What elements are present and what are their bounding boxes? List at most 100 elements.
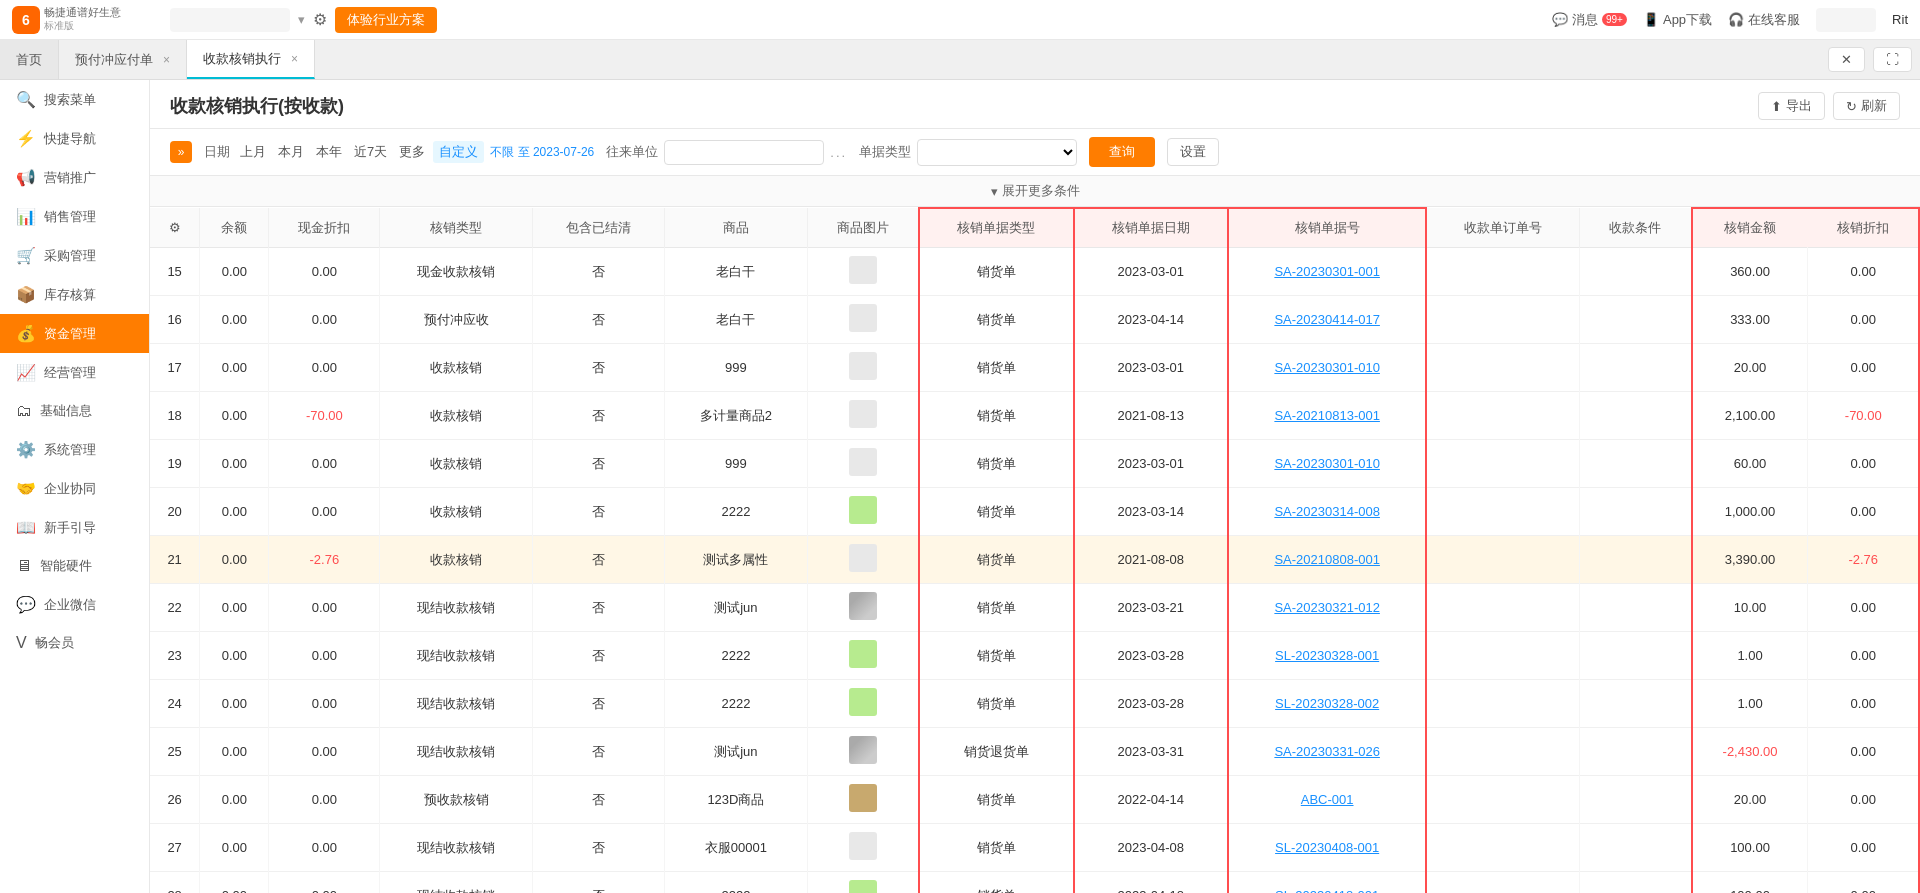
writeoff-no-cell[interactable]: SA-20230414-017	[1228, 296, 1427, 344]
goods-img-cell	[808, 344, 920, 392]
writeoff-no-cell[interactable]: SA-20210813-001	[1228, 392, 1427, 440]
writeoff-no-cell[interactable]: SA-20230314-008	[1228, 488, 1427, 536]
close-tab-button[interactable]: ✕	[1828, 47, 1865, 72]
sidebar-item-operations[interactable]: 📈 经营管理	[0, 353, 149, 392]
writeoff-discount-cell: 0.00	[1808, 488, 1919, 536]
sidebar-item-finance[interactable]: 💰 资金管理	[0, 314, 149, 353]
writeoff-no-link[interactable]: SL-20230408-001	[1275, 840, 1379, 855]
notification-item[interactable]: 💬 消息 99+	[1552, 11, 1627, 29]
writeoff-amount-cell: 10.00	[1692, 584, 1808, 632]
sidebar-item-marketing[interactable]: 📢 营销推广	[0, 158, 149, 197]
receipt-condition-cell	[1580, 440, 1692, 488]
custom-btn[interactable]: 自定义	[433, 141, 484, 163]
expand-filter-button[interactable]: »	[170, 141, 192, 163]
writeoff-no-cell[interactable]: SA-20210808-001	[1228, 536, 1427, 584]
writeoff-no-link[interactable]: SL-20230328-002	[1275, 696, 1379, 711]
writeoff-no-link[interactable]: SA-20230414-017	[1274, 312, 1380, 327]
row-id: 24	[150, 680, 200, 728]
prepay-tab-close[interactable]: ×	[163, 53, 170, 67]
writeoff-type-cell: 现结收款核销	[380, 872, 533, 894]
writeoff-no-link[interactable]: ABC-001	[1301, 792, 1354, 807]
fullscreen-button[interactable]: ⛶	[1873, 47, 1912, 72]
more-btn[interactable]: 更多	[395, 141, 429, 163]
writeoff-no-cell[interactable]: SL-20230408-001	[1228, 824, 1427, 872]
receipt-condition-cell	[1580, 872, 1692, 894]
this-month-btn[interactable]: 本月	[274, 141, 308, 163]
writeoff-tab-close[interactable]: ×	[291, 52, 298, 66]
row-id: 18	[150, 392, 200, 440]
writeoff-no-cell[interactable]: ABC-001	[1228, 776, 1427, 824]
column-settings-button[interactable]: 设置	[1167, 138, 1219, 166]
writeoff-no-cell[interactable]: SA-20230331-026	[1228, 728, 1427, 776]
sidebar-item-basicinfo[interactable]: 🗂 基础信息	[0, 392, 149, 430]
writeoff-no-link[interactable]: SA-20230301-001	[1274, 264, 1380, 279]
sidebar-item-search[interactable]: 🔍 搜索菜单	[0, 80, 149, 119]
writeoff-no-cell[interactable]: SA-20230321-012	[1228, 584, 1427, 632]
sidebar-item-wechat[interactable]: 💬 企业微信	[0, 585, 149, 624]
sidebar-item-quicknav[interactable]: ⚡ 快捷导航	[0, 119, 149, 158]
user-avatar[interactable]	[1816, 8, 1876, 32]
solution-button[interactable]: 体验行业方案	[335, 7, 437, 33]
th-settings[interactable]: ⚙	[150, 208, 200, 248]
writeoff-no-cell[interactable]: SL-20230328-002	[1228, 680, 1427, 728]
balance-cell: 0.00	[200, 680, 269, 728]
writeoff-discount-cell: 0.00	[1808, 296, 1919, 344]
receipt-order-no-cell	[1426, 824, 1579, 872]
receipt-order-no-cell	[1426, 392, 1579, 440]
writeoff-no-link[interactable]: SA-20230301-010	[1274, 456, 1380, 471]
table-header-row: ⚙ 余额 现金折扣 核销类型 包含已结清 商品 商品图片 核销单据类型 核销单据…	[150, 208, 1919, 248]
sidebar-item-purchase[interactable]: 🛒 采购管理	[0, 236, 149, 275]
export-button[interactable]: ⬆ 导出	[1758, 92, 1825, 120]
goods-thumbnail	[849, 592, 877, 620]
writeoff-date-cell: 2023-04-18	[1074, 872, 1228, 894]
writeoff-no-link[interactable]: SA-20210808-001	[1274, 552, 1380, 567]
balance-cell: 0.00	[200, 392, 269, 440]
sidebar-item-hardware[interactable]: 🖥 智能硬件	[0, 547, 149, 585]
counterparty-input[interactable]	[664, 140, 824, 165]
settings-icon[interactable]: ⚙	[313, 10, 327, 29]
goods-thumbnail	[849, 784, 877, 812]
writeoff-no-link[interactable]: SA-20210813-001	[1274, 408, 1380, 423]
operations-icon: 📈	[16, 363, 36, 382]
expand-more-button[interactable]: ▾ 展开更多条件	[991, 182, 1080, 200]
writeoff-type-cell: 收款核销	[380, 392, 533, 440]
tab-bar-actions: ✕ ⛶	[1828, 40, 1920, 79]
writeoff-no-link[interactable]: SA-20230331-026	[1274, 744, 1380, 759]
writeoff-no-cell[interactable]: SA-20230301-001	[1228, 248, 1427, 296]
query-button[interactable]: 查询	[1089, 137, 1155, 167]
tab-writeoff[interactable]: 收款核销执行 ×	[187, 40, 315, 79]
online-service-item[interactable]: 🎧 在线客服	[1728, 11, 1800, 29]
sidebar-item-member[interactable]: V 畅会员	[0, 624, 149, 662]
app-download-item[interactable]: 📱 App下载	[1643, 11, 1712, 29]
chevron-down-icon[interactable]: ▾	[298, 12, 305, 27]
writeoff-no-cell[interactable]: SL-20230418-001	[1228, 872, 1427, 894]
refresh-button[interactable]: ↻ 刷新	[1833, 92, 1900, 120]
writeoff-no-cell[interactable]: SA-20230301-010	[1228, 344, 1427, 392]
tab-prepay[interactable]: 预付冲应付单 ×	[59, 40, 187, 79]
table-row: 280.000.00现结收款核销否2222销货单2023-04-18SL-202…	[150, 872, 1919, 894]
sidebar-item-sales[interactable]: 📊 销售管理	[0, 197, 149, 236]
writeoff-voucher-type-cell: 销货单	[919, 392, 1073, 440]
company-selector[interactable]	[170, 8, 290, 32]
writeoff-no-link[interactable]: SL-20230418-001	[1275, 888, 1379, 893]
writeoff-no-link[interactable]: SA-20230321-012	[1274, 600, 1380, 615]
prev-month-btn[interactable]: 上月	[236, 141, 270, 163]
voucher-type-select[interactable]	[917, 139, 1077, 166]
sidebar-item-guide[interactable]: 📖 新手引导	[0, 508, 149, 547]
this-year-btn[interactable]: 本年	[312, 141, 346, 163]
goods-img-cell	[808, 440, 920, 488]
tab-home[interactable]: 首页	[0, 40, 59, 79]
writeoff-type-cell: 收款核销	[380, 344, 533, 392]
writeoff-no-link[interactable]: SL-20230328-001	[1275, 648, 1379, 663]
recent7-btn[interactable]: 近7天	[350, 141, 391, 163]
writeoff-no-cell[interactable]: SA-20230301-010	[1228, 440, 1427, 488]
goods-cell: 2222	[664, 632, 807, 680]
sidebar-item-collab[interactable]: 🤝 企业协同	[0, 469, 149, 508]
writeoff-no-link[interactable]: SA-20230301-010	[1274, 360, 1380, 375]
writeoff-no-cell[interactable]: SL-20230328-001	[1228, 632, 1427, 680]
sidebar: 🔍 搜索菜单 ⚡ 快捷导航 📢 营销推广 📊 销售管理 🛒 采购管理 📦 库存核…	[0, 80, 150, 893]
sidebar-item-system[interactable]: ⚙️ 系统管理	[0, 430, 149, 469]
sidebar-label-quicknav: 快捷导航	[44, 130, 96, 148]
sidebar-item-inventory[interactable]: 📦 库存核算	[0, 275, 149, 314]
writeoff-no-link[interactable]: SA-20230314-008	[1274, 504, 1380, 519]
